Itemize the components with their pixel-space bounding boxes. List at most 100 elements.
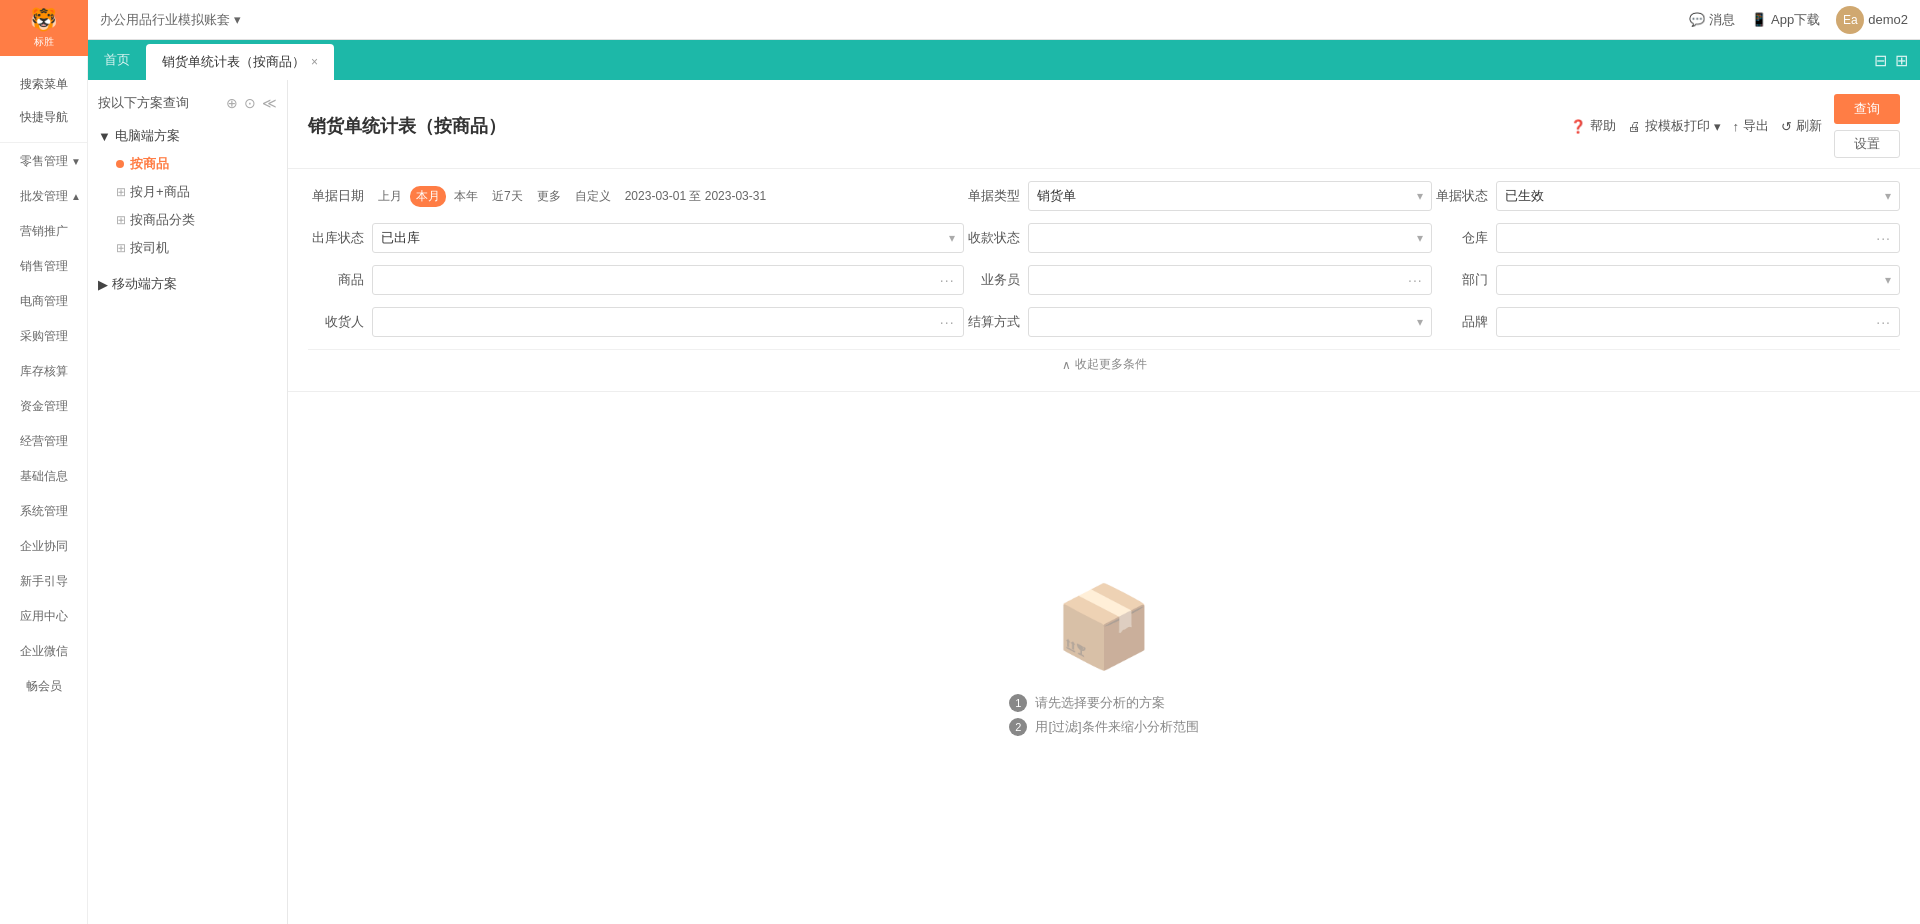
- tab-bar: 首页 销货单统计表（按商品） × ⊟ ⊞: [88, 40, 1920, 80]
- sidebar-item-sales[interactable]: 销售管理: [0, 248, 87, 283]
- goods-dots[interactable]: ···: [940, 272, 955, 288]
- filter-receipt-status: 收款状态 ▾: [964, 223, 1432, 253]
- collapse-icon: ∧: [1062, 358, 1071, 372]
- salesperson-control[interactable]: ···: [1028, 265, 1432, 295]
- dept-control[interactable]: ▾: [1496, 265, 1900, 295]
- date-tab-7days[interactable]: 近7天: [486, 186, 529, 207]
- sidebar-item-finance[interactable]: 资金管理: [0, 388, 87, 423]
- doc-status-control[interactable]: 已生效 ▾: [1496, 181, 1900, 211]
- brand-control[interactable]: ···: [1496, 307, 1900, 337]
- tab-active[interactable]: 销货单统计表（按商品） ×: [146, 44, 334, 80]
- warehouse-control[interactable]: ···: [1496, 223, 1900, 253]
- doc-type-control[interactable]: 销货单 ▾: [1028, 181, 1432, 211]
- app-download-label: App下载: [1771, 11, 1820, 29]
- tabs-right-actions: ⊟ ⊞: [1874, 51, 1920, 70]
- date-tab-more[interactable]: 更多: [531, 186, 567, 207]
- query-button[interactable]: 查询: [1834, 94, 1900, 124]
- sidebar-item-newbie[interactable]: 新手引导: [0, 563, 87, 598]
- setting-button[interactable]: 设置: [1834, 130, 1900, 158]
- tree-mobile-parent[interactable]: ▶ 移动端方案: [88, 270, 287, 298]
- brand-label: 品牌: [1432, 313, 1488, 331]
- receipt-status-label: 收款状态: [964, 229, 1020, 247]
- topbar-right: 💬 消息 📱 App下载 Ea demo2: [1689, 6, 1908, 34]
- filter-brand: 品牌 ···: [1432, 307, 1900, 337]
- print-btn[interactable]: 🖨 按模板打印 ▾: [1628, 117, 1721, 135]
- help-btn[interactable]: ❓ 帮助: [1570, 117, 1616, 135]
- tree-desktop-parent[interactable]: ▼ 电脑端方案: [88, 122, 287, 150]
- receiver-control[interactable]: ···: [372, 307, 964, 337]
- collapse-panel-icon[interactable]: ≪: [262, 95, 277, 111]
- tab-close-icon[interactable]: ×: [311, 55, 318, 69]
- filter-goods: 商品 ···: [308, 265, 964, 295]
- sidebar-item-wechat[interactable]: 企业微信: [0, 633, 87, 668]
- page-title: 销货单统计表（按商品）: [308, 114, 506, 138]
- tree-driver-icon: ⊞: [116, 241, 126, 255]
- basic-info-label: 基础信息: [20, 468, 68, 485]
- sidebar-search-section: 搜索菜单 快捷导航: [0, 56, 87, 143]
- salesperson-dots[interactable]: ···: [1408, 272, 1423, 288]
- payment-control[interactable]: ▾: [1028, 307, 1432, 337]
- export-btn[interactable]: ↑ 导出: [1733, 117, 1770, 135]
- tree-child-month-goods[interactable]: ⊞ 按月+商品: [88, 178, 287, 206]
- message-icon: 💬: [1689, 12, 1705, 27]
- sidebar-item-app-center[interactable]: 应用中心: [0, 598, 87, 633]
- topbar: 办公用品行业模拟账套 ▾ 💬 消息 📱 App下载 Ea demo2: [88, 0, 1920, 40]
- message-btn[interactable]: 💬 消息: [1689, 11, 1735, 29]
- app-download-btn[interactable]: 📱 App下载: [1751, 11, 1820, 29]
- receipt-status-control[interactable]: ▾: [1028, 223, 1432, 253]
- sidebar-item-operations[interactable]: 经营管理: [0, 423, 87, 458]
- shortcut-nav-label[interactable]: 快捷导航: [0, 99, 87, 132]
- tab-maximize-icon[interactable]: ⊞: [1895, 51, 1908, 70]
- tree-child-driver[interactable]: ⊞ 按司机: [88, 234, 287, 262]
- refresh-scheme-icon[interactable]: ⊙: [244, 95, 256, 111]
- add-scheme-icon[interactable]: ⊕: [226, 95, 238, 111]
- doc-status-value: 已生效: [1505, 187, 1885, 205]
- sidebar-item-member[interactable]: 畅会员: [0, 668, 87, 703]
- user-profile[interactable]: Ea demo2: [1836, 6, 1908, 34]
- sidebar-item-ecommerce[interactable]: 电商管理: [0, 283, 87, 318]
- inventory-label: 库存核算: [20, 363, 68, 380]
- sidebar-item-inventory[interactable]: 库存核算: [0, 353, 87, 388]
- active-dot: [116, 160, 124, 168]
- sidebar-item-retail[interactable]: 零售管理 ▼: [0, 143, 87, 178]
- sidebar-item-system[interactable]: 系统管理: [0, 493, 87, 528]
- collapse-bar[interactable]: ∧ 收起更多条件: [308, 349, 1900, 379]
- sidebar-item-basic-info[interactable]: 基础信息: [0, 458, 87, 493]
- retail-label: 零售管理: [20, 153, 68, 170]
- hint-num-2: 2: [1009, 718, 1027, 736]
- date-tab-this-year[interactable]: 本年: [448, 186, 484, 207]
- refresh-btn[interactable]: ↺ 刷新: [1781, 117, 1822, 135]
- page-header-actions: ❓ 帮助 🖨 按模板打印 ▾ ↑ 导出 ↺ 刷新: [1570, 94, 1901, 158]
- sidebar-item-wholesale[interactable]: 批发管理 ▲: [0, 178, 87, 213]
- member-label: 畅会员: [26, 678, 62, 695]
- sidebar-item-marketing[interactable]: 营销推广: [0, 213, 87, 248]
- message-label: 消息: [1709, 11, 1735, 29]
- tree-mobile-expand-icon: ▶: [98, 277, 108, 292]
- tree-child-goods-category[interactable]: ⊞ 按商品分类: [88, 206, 287, 234]
- warehouse-label: 仓库: [1432, 229, 1488, 247]
- search-menu-label[interactable]: 搜索菜单: [0, 66, 87, 99]
- filter-row-2: 出库状态 已出库 ▾ 收款状态 ▾ 仓库: [308, 223, 1900, 253]
- industry-selector[interactable]: 办公用品行业模拟账套 ▾: [100, 11, 241, 29]
- sidebar-logo: 🐯 标胜: [0, 0, 88, 56]
- tree-child-by-goods[interactable]: 按商品: [88, 150, 287, 178]
- sidebar-item-purchase[interactable]: 采购管理: [0, 318, 87, 353]
- tree-month-goods-icon: ⊞: [116, 185, 126, 199]
- tab-minimize-icon[interactable]: ⊟: [1874, 51, 1887, 70]
- filter-dept: 部门 ▾: [1432, 265, 1900, 295]
- sidebar-item-collab[interactable]: 企业协同: [0, 528, 87, 563]
- receiver-dots[interactable]: ···: [940, 314, 955, 330]
- left-panel-actions: ⊕ ⊙ ≪: [226, 95, 277, 111]
- warehouse-dots[interactable]: ···: [1876, 230, 1891, 246]
- left-panel: 按以下方案查询 ⊕ ⊙ ≪ ▼ 电脑端方案 按商品 ⊞ 按月+商: [88, 80, 288, 924]
- date-tab-last-month[interactable]: 上月: [372, 186, 408, 207]
- logo-icon: 🐯: [30, 7, 57, 33]
- goods-control[interactable]: ···: [372, 265, 964, 295]
- salesperson-label: 业务员: [964, 271, 1020, 289]
- tab-home[interactable]: 首页: [88, 40, 146, 80]
- brand-dots[interactable]: ···: [1876, 314, 1891, 330]
- out-status-control[interactable]: 已出库 ▾: [372, 223, 964, 253]
- industry-label: 办公用品行业模拟账套: [100, 11, 230, 29]
- date-tab-custom[interactable]: 自定义: [569, 186, 617, 207]
- date-tab-this-month[interactable]: 本月: [410, 186, 446, 207]
